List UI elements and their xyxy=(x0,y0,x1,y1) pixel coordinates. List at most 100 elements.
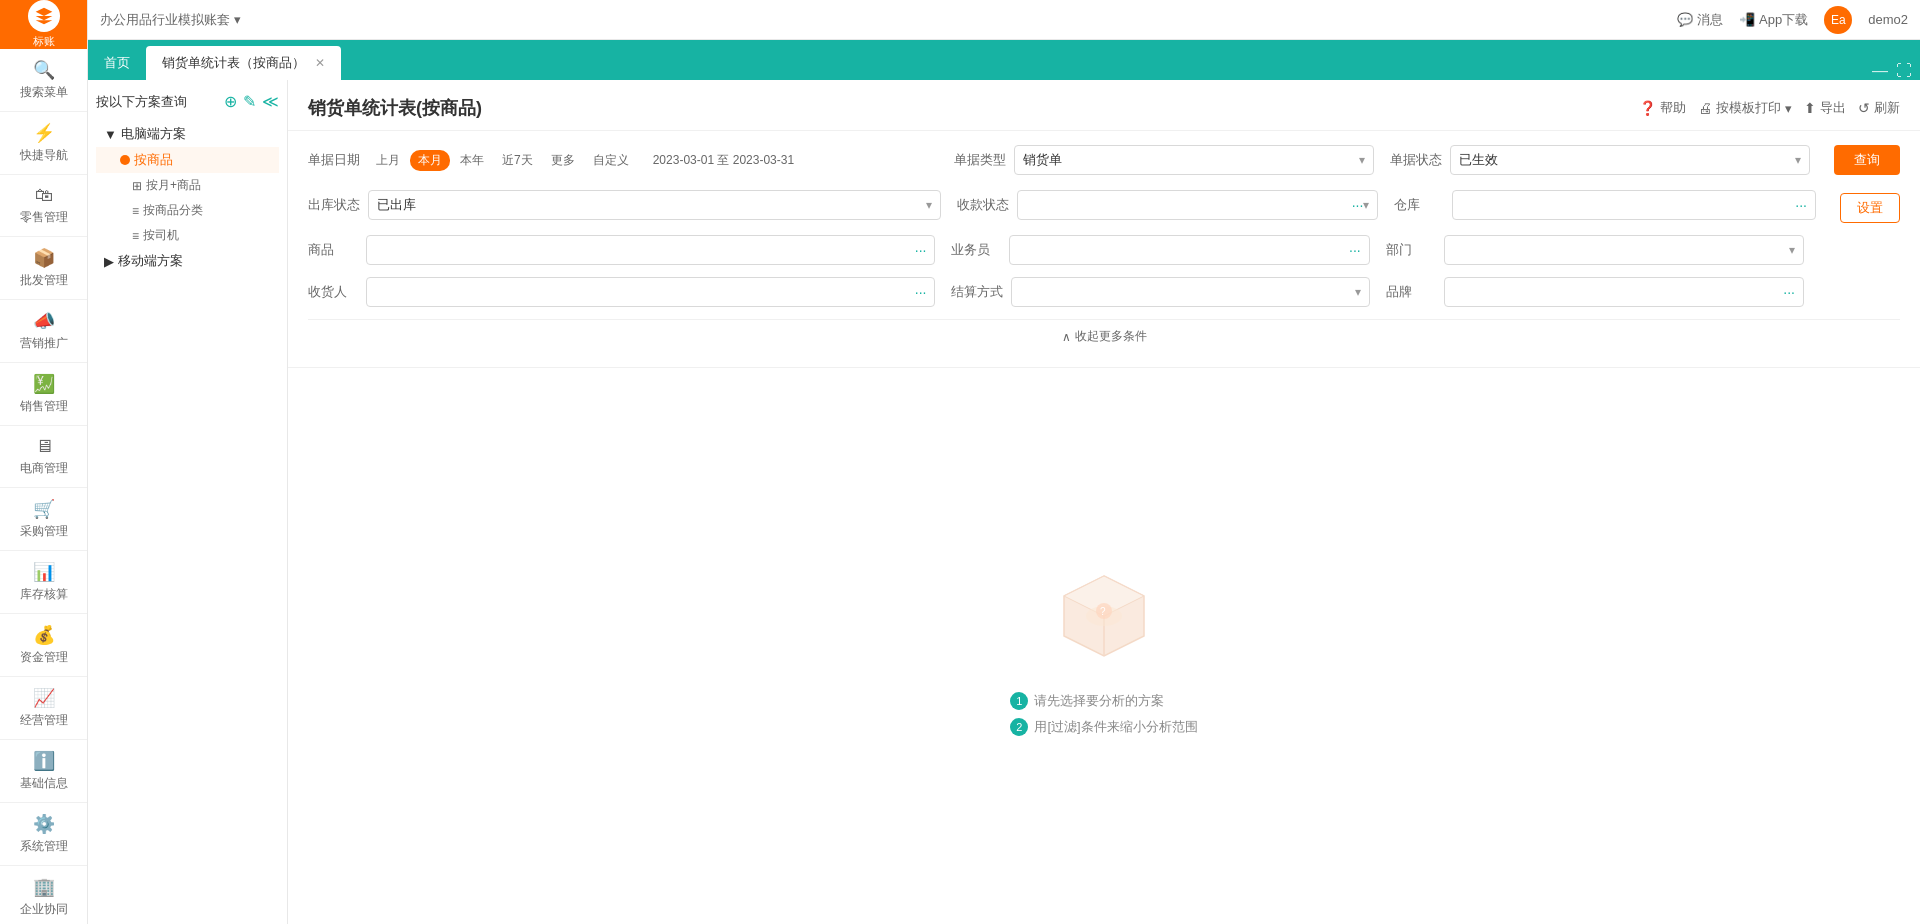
print-label: 按模板打印 xyxy=(1716,99,1781,117)
warehouse-more-icon[interactable]: ··· xyxy=(1795,197,1807,213)
tab-sales-report[interactable]: 销货单统计表（按商品） ✕ xyxy=(146,46,341,80)
tab-minimize-icon[interactable]: — xyxy=(1872,62,1888,80)
app-logo[interactable]: 标账 xyxy=(0,0,88,49)
tree-item-by-category[interactable]: ≡ 按商品分类 xyxy=(96,198,279,223)
sidebar-item-quick-nav[interactable]: ⚡ 快捷导航 xyxy=(0,112,87,175)
print-btn[interactable]: 🖨 按模板打印 ▾ xyxy=(1698,99,1792,117)
salesman-select[interactable]: ··· xyxy=(1009,235,1369,265)
header-left: 办公用品行业模拟账套 ▾ xyxy=(100,11,241,29)
collapse-btn[interactable]: ∧ 收起更多条件 xyxy=(308,319,1900,353)
app-icon: 📲 xyxy=(1739,12,1755,27)
date-tab-custom[interactable]: 自定义 xyxy=(585,150,637,171)
add-scheme-icon[interactable]: ⊕ xyxy=(224,92,237,111)
tree-item-by-goods[interactable]: 按商品 xyxy=(96,147,279,173)
sidebar: 标账 🔍 搜索菜单 ⚡ 快捷导航 🛍 零售管理 📦 批发管理 📣 营销推广 💹 … xyxy=(0,0,88,924)
sidebar-item-inventory[interactable]: 📊 库存核算 xyxy=(0,551,87,614)
receiver-select[interactable]: ··· xyxy=(366,277,935,307)
empty-hint-2: 2 用[过滤]条件来缩小分析范围 xyxy=(1010,718,1197,736)
tree-collapse-icon: ▶ xyxy=(104,254,114,269)
filter-row-1: 单据日期 上月 本月 本年 近7天 更多 自定义 2023-03-01 至 20… xyxy=(308,145,1900,175)
basics-icon: ℹ️ xyxy=(33,750,55,772)
receive-status-more-icon[interactable]: ··· xyxy=(1352,197,1364,213)
active-dot-icon xyxy=(120,155,130,165)
type-select[interactable]: 销货单 ▾ xyxy=(1014,145,1374,175)
date-tab-this-month[interactable]: 本月 xyxy=(410,150,450,171)
brand-select[interactable]: ··· xyxy=(1444,277,1804,307)
sidebar-item-ecommerce[interactable]: 🖥 电商管理 xyxy=(0,426,87,488)
page-actions: ❓ 帮助 🖨 按模板打印 ▾ ⬆ 导出 ↺ 刷新 xyxy=(1639,99,1900,117)
tab-home[interactable]: 首页 xyxy=(88,46,146,80)
warehouse-select[interactable]: ··· xyxy=(1452,190,1816,220)
status-label: 单据状态 xyxy=(1390,151,1442,169)
status-arrow-icon: ▾ xyxy=(1795,153,1801,167)
date-tab-this-year[interactable]: 本年 xyxy=(452,150,492,171)
filter-panel: 按以下方案查询 ⊕ ✎ ≪ ▼ 电脑端方案 按商品 ⊞ xyxy=(88,80,288,924)
sidebar-item-marketing-label: 营销推广 xyxy=(20,335,68,352)
sidebar-item-retail[interactable]: 🛍 零售管理 xyxy=(0,175,87,237)
sidebar-item-retail-label: 零售管理 xyxy=(20,209,68,226)
tree-by-month-goods-label: 按月+商品 xyxy=(146,177,201,194)
dept-select[interactable]: ▾ xyxy=(1444,235,1804,265)
industry-dropdown[interactable]: 办公用品行业模拟账套 ▾ xyxy=(100,11,241,29)
goods-select[interactable]: ··· xyxy=(366,235,935,265)
setting-button[interactable]: 设置 xyxy=(1840,193,1900,223)
purchase-icon: 🛒 xyxy=(33,498,55,520)
app-download-btn[interactable]: 📲 App下载 xyxy=(1739,11,1808,29)
quick-nav-icon: ⚡ xyxy=(33,122,55,144)
query-button[interactable]: 查询 xyxy=(1834,145,1900,175)
receiver-field: 收货人 ··· xyxy=(308,277,935,307)
filter-panel-header: 按以下方案查询 ⊕ ✎ ≪ xyxy=(96,92,279,111)
wholesale-icon: 📦 xyxy=(33,247,55,269)
salesman-more-icon[interactable]: ··· xyxy=(1349,242,1361,258)
goods-more-icon[interactable]: ··· xyxy=(915,242,927,258)
sidebar-item-enterprise[interactable]: 🏢 企业协同 xyxy=(0,866,87,924)
operations-icon: 📈 xyxy=(33,687,55,709)
edit-scheme-icon[interactable]: ✎ xyxy=(243,92,256,111)
date-tab-more[interactable]: 更多 xyxy=(543,150,583,171)
sidebar-item-operations-label: 经营管理 xyxy=(20,712,68,729)
sidebar-item-basics[interactable]: ℹ️ 基础信息 xyxy=(0,740,87,803)
page-header: 销货单统计表(按商品) ❓ 帮助 🖨 按模板打印 ▾ ⬆ 导出 xyxy=(288,80,1920,131)
date-tab-7days[interactable]: 近7天 xyxy=(494,150,541,171)
out-status-select[interactable]: 已出库 ▾ xyxy=(368,190,941,220)
status-select[interactable]: 已生效 ▾ xyxy=(1450,145,1810,175)
refresh-btn[interactable]: ↺ 刷新 xyxy=(1858,99,1900,117)
payment-select[interactable]: ▾ xyxy=(1011,277,1369,307)
refresh-label: 刷新 xyxy=(1874,99,1900,117)
sidebar-item-finance[interactable]: 💰 资金管理 xyxy=(0,614,87,677)
empty-hint-1: 1 请先选择要分析的方案 xyxy=(1010,692,1197,710)
tab-maximize-icon[interactable]: ⛶ xyxy=(1896,62,1912,80)
msg-btn[interactable]: 💬 消息 xyxy=(1677,11,1723,29)
sidebar-item-operations[interactable]: 📈 经营管理 xyxy=(0,677,87,740)
avatar[interactable]: Ea xyxy=(1824,6,1852,34)
warehouse-label: 仓库 xyxy=(1394,196,1444,214)
type-field: 单据类型 销货单 ▾ xyxy=(954,145,1374,175)
sidebar-item-purchase[interactable]: 🛒 采购管理 xyxy=(0,488,87,551)
dept-label: 部门 xyxy=(1386,241,1436,259)
export-btn[interactable]: ⬆ 导出 xyxy=(1804,99,1846,117)
tab-close-icon[interactable]: ✕ xyxy=(315,56,325,70)
tree-item-by-month-goods[interactable]: ⊞ 按月+商品 xyxy=(96,173,279,198)
collapse-panel-icon[interactable]: ≪ xyxy=(262,92,279,111)
hint-num-1: 1 xyxy=(1010,692,1028,710)
sidebar-item-search[interactable]: 🔍 搜索菜单 xyxy=(0,49,87,112)
tree-item-desktop[interactable]: ▼ 电脑端方案 xyxy=(96,121,279,147)
tree-by-driver-label: 按司机 xyxy=(143,227,179,244)
help-btn[interactable]: ❓ 帮助 xyxy=(1639,99,1686,117)
sidebar-item-sales-label: 销售管理 xyxy=(20,398,68,415)
sidebar-item-wholesale[interactable]: 📦 批发管理 xyxy=(0,237,87,300)
tree-item-mobile[interactable]: ▶ 移动端方案 xyxy=(96,248,279,274)
sidebar-item-marketing[interactable]: 📣 营销推广 xyxy=(0,300,87,363)
chevron-down-icon: ▾ xyxy=(234,12,241,27)
out-status-label: 出库状态 xyxy=(308,196,360,214)
tab-sales-report-label: 销货单统计表（按商品） xyxy=(162,54,305,72)
tree-item-by-driver[interactable]: ≡ 按司机 xyxy=(96,223,279,248)
brand-more-icon[interactable]: ··· xyxy=(1783,284,1795,300)
receive-status-select[interactable]: ··· ▾ xyxy=(1017,190,1379,220)
receiver-more-icon[interactable]: ··· xyxy=(915,284,927,300)
main-content: 销货单统计表(按商品) ❓ 帮助 🖨 按模板打印 ▾ ⬆ 导出 xyxy=(288,80,1920,924)
date-tab-last-month[interactable]: 上月 xyxy=(368,150,408,171)
goods-field: 商品 ··· xyxy=(308,235,935,265)
sidebar-item-sales[interactable]: 💹 销售管理 xyxy=(0,363,87,426)
sidebar-item-system[interactable]: ⚙️ 系统管理 xyxy=(0,803,87,866)
